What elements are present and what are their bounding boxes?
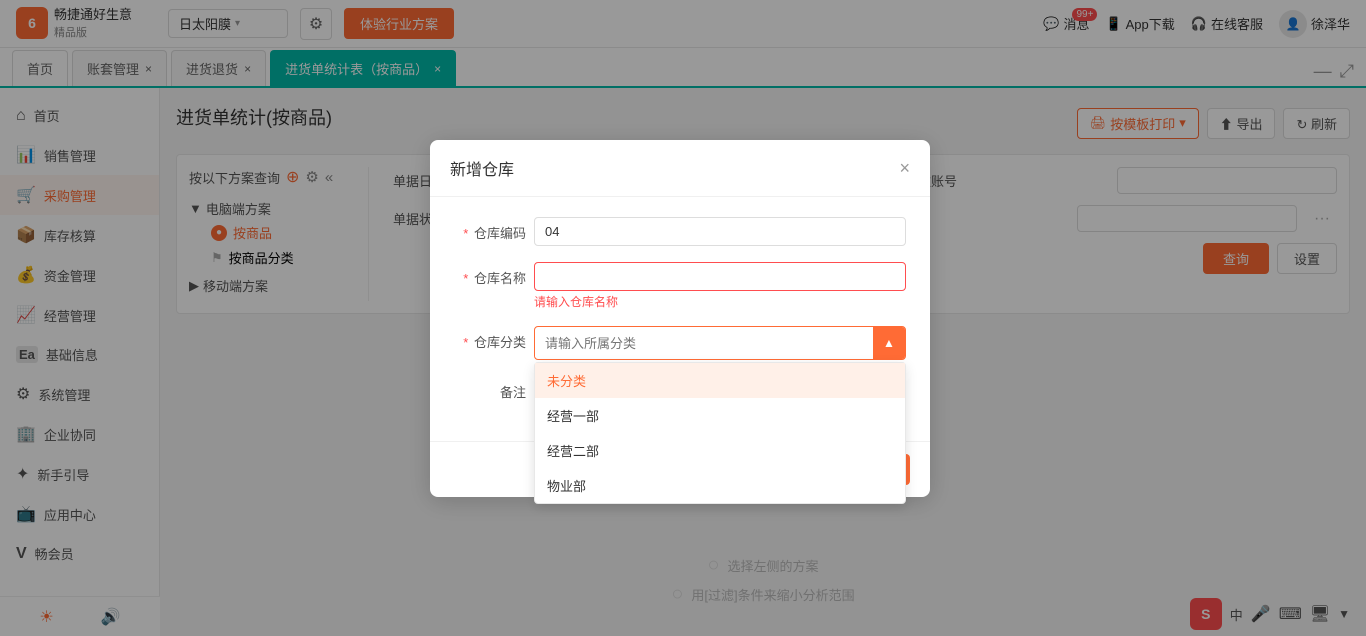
note-label: 备注 <box>454 376 534 401</box>
modal-close-button[interactable]: × <box>899 158 910 179</box>
category-dropdown-list: 未分类 经营一部 经营二部 物业部 <box>534 362 906 504</box>
code-label: * 仓库编码 <box>454 217 534 242</box>
form-row-category: * 仓库分类 ▲ 未分类 经营一部 经营二部 物业部 <box>454 326 906 360</box>
dropdown-option-unclassified[interactable]: 未分类 <box>535 363 905 398</box>
dropdown-option-dept2[interactable]: 经营二部 <box>535 433 905 468</box>
modal-title: 新增仓库 <box>450 156 514 180</box>
name-label: * 仓库名称 <box>454 262 534 287</box>
name-error-msg: 请输入仓库名称 <box>534 293 906 310</box>
modal-overlay: 新增仓库 × * 仓库编码 * 仓库名称 <box>0 0 1366 636</box>
form-row-name: * 仓库名称 请输入仓库名称 <box>454 262 906 310</box>
modal-add-warehouse: 新增仓库 × * 仓库编码 * 仓库名称 <box>430 140 930 497</box>
code-input[interactable] <box>534 217 906 246</box>
form-row-code: * 仓库编码 <box>454 217 906 246</box>
dropdown-option-dept1[interactable]: 经营一部 <box>535 398 905 433</box>
modal-header: 新增仓库 × <box>430 140 930 197</box>
category-dropdown-wrapper: ▲ 未分类 经营一部 经营二部 物业部 <box>534 326 906 360</box>
modal-body: * 仓库编码 * 仓库名称 请输入仓库名称 <box>430 197 930 441</box>
category-label: * 仓库分类 <box>454 326 534 351</box>
dropdown-option-dept3[interactable]: 物业部 <box>535 468 905 503</box>
name-input[interactable] <box>534 262 906 291</box>
category-input[interactable] <box>535 330 873 357</box>
category-dropdown-toggle[interactable]: ▲ <box>873 327 905 359</box>
category-input-row: ▲ <box>534 326 906 360</box>
